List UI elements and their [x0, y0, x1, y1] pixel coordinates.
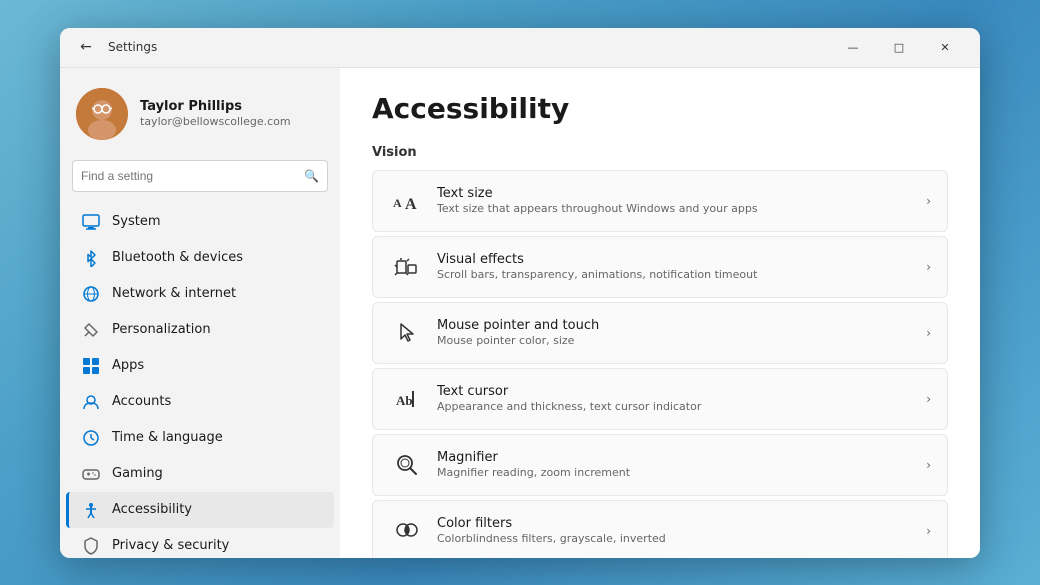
avatar-image — [76, 88, 128, 140]
mouse-pointer-desc: Mouse pointer color, size — [437, 334, 926, 347]
search-box[interactable]: 🔍 — [72, 160, 328, 192]
titlebar: ← Settings — □ ✕ — [60, 28, 980, 68]
svg-text:A: A — [393, 196, 402, 210]
text-cursor-icon: Ab — [389, 381, 425, 417]
sidebar: Taylor Phillips taylor@bellowscollege.co… — [60, 68, 340, 558]
avatar — [76, 88, 128, 140]
sidebar-item-accessibility[interactable]: Accessibility — [66, 492, 334, 528]
sidebar-item-privacy[interactable]: Privacy & security — [66, 528, 334, 558]
visual-effects-icon — [389, 249, 425, 285]
color-filters-desc: Colorblindness filters, grayscale, inver… — [437, 532, 926, 545]
personalization-icon — [82, 321, 100, 339]
section-header-vision: Vision — [372, 145, 948, 160]
magnifier-icon — [389, 447, 425, 483]
privacy-icon — [82, 537, 100, 555]
user-email: taylor@bellowscollege.com — [140, 115, 324, 128]
accessibility-icon — [82, 501, 100, 519]
svg-text:A: A — [405, 196, 417, 213]
settings-item-text-cursor[interactable]: Ab Text cursor Appearance and thickness,… — [372, 368, 948, 430]
close-button[interactable]: ✕ — [922, 31, 968, 63]
nav-list: System Bluetooth & devices Network & int… — [60, 204, 340, 558]
avatar-svg — [76, 88, 128, 140]
magnifier-title: Magnifier — [437, 450, 926, 465]
text-size-title: Text size — [437, 186, 926, 201]
window-title: Settings — [108, 40, 830, 54]
sidebar-item-time-language[interactable]: Time & language — [66, 420, 334, 456]
color-filters-icon — [389, 513, 425, 549]
page-title: Accessibility — [372, 92, 948, 125]
sidebar-item-personalization[interactable]: Personalization — [66, 312, 334, 348]
settings-item-visual-effects[interactable]: Visual effects Scroll bars, transparency… — [372, 236, 948, 298]
sidebar-item-apps[interactable]: Apps — [66, 348, 334, 384]
window-controls: — □ ✕ — [830, 31, 968, 63]
sidebar-label-network: Network & internet — [112, 286, 236, 301]
svg-text:Ab: Ab — [396, 393, 413, 408]
main-content: Accessibility Vision AA Text size Text s… — [340, 68, 980, 558]
settings-window: ← Settings — □ ✕ — [60, 28, 980, 558]
text-size-desc: Text size that appears throughout Window… — [437, 202, 926, 215]
mouse-pointer-text: Mouse pointer and touch Mouse pointer co… — [437, 318, 926, 347]
visual-effects-chevron: › — [926, 260, 931, 274]
system-icon — [82, 213, 100, 231]
maximize-button[interactable]: □ — [876, 31, 922, 63]
color-filters-text: Color filters Colorblindness filters, gr… — [437, 516, 926, 545]
gaming-icon — [82, 465, 100, 483]
user-info: Taylor Phillips taylor@bellowscollege.co… — [140, 99, 324, 128]
text-cursor-chevron: › — [926, 392, 931, 406]
back-button[interactable]: ← — [72, 33, 100, 61]
text-size-chevron: › — [926, 194, 931, 208]
magnifier-desc: Magnifier reading, zoom increment — [437, 466, 926, 479]
mouse-pointer-icon — [389, 315, 425, 351]
window-content: Taylor Phillips taylor@bellowscollege.co… — [60, 68, 980, 558]
mouse-pointer-chevron: › — [926, 326, 931, 340]
user-profile: Taylor Phillips taylor@bellowscollege.co… — [60, 76, 340, 152]
sidebar-label-personalization: Personalization — [112, 322, 211, 337]
user-name: Taylor Phillips — [140, 99, 324, 114]
text-cursor-text: Text cursor Appearance and thickness, te… — [437, 384, 926, 413]
bluetooth-icon — [82, 249, 100, 267]
sidebar-label-system: System — [112, 214, 160, 229]
settings-list: AA Text size Text size that appears thro… — [372, 170, 948, 558]
visual-effects-text: Visual effects Scroll bars, transparency… — [437, 252, 926, 281]
magnifier-chevron: › — [926, 458, 931, 472]
settings-item-color-filters[interactable]: Color filters Colorblindness filters, gr… — [372, 500, 948, 558]
text-cursor-title: Text cursor — [437, 384, 926, 399]
text-size-text: Text size Text size that appears through… — [437, 186, 926, 215]
visual-effects-title: Visual effects — [437, 252, 926, 267]
search-input[interactable] — [81, 169, 304, 183]
accounts-icon — [82, 393, 100, 411]
sidebar-item-gaming[interactable]: Gaming — [66, 456, 334, 492]
color-filters-title: Color filters — [437, 516, 926, 531]
sidebar-item-bluetooth[interactable]: Bluetooth & devices — [66, 240, 334, 276]
magnifier-text: Magnifier Magnifier reading, zoom increm… — [437, 450, 926, 479]
text-size-icon: AA — [389, 183, 425, 219]
network-icon — [82, 285, 100, 303]
text-cursor-desc: Appearance and thickness, text cursor in… — [437, 400, 926, 413]
sidebar-label-apps: Apps — [112, 358, 144, 373]
color-filters-chevron: › — [926, 524, 931, 538]
settings-item-magnifier[interactable]: Magnifier Magnifier reading, zoom increm… — [372, 434, 948, 496]
settings-item-text-size[interactable]: AA Text size Text size that appears thro… — [372, 170, 948, 232]
time-language-icon — [82, 429, 100, 447]
search-icon: 🔍 — [304, 169, 319, 183]
sidebar-label-accessibility: Accessibility — [112, 502, 192, 517]
apps-icon — [82, 357, 100, 375]
sidebar-item-accounts[interactable]: Accounts — [66, 384, 334, 420]
sidebar-label-gaming: Gaming — [112, 466, 163, 481]
minimize-button[interactable]: — — [830, 31, 876, 63]
visual-effects-desc: Scroll bars, transparency, animations, n… — [437, 268, 926, 281]
sidebar-label-time: Time & language — [112, 430, 223, 445]
sidebar-item-network[interactable]: Network & internet — [66, 276, 334, 312]
sidebar-label-bluetooth: Bluetooth & devices — [112, 250, 243, 265]
sidebar-label-privacy: Privacy & security — [112, 538, 229, 553]
settings-item-mouse-pointer[interactable]: Mouse pointer and touch Mouse pointer co… — [372, 302, 948, 364]
sidebar-label-accounts: Accounts — [112, 394, 171, 409]
mouse-pointer-title: Mouse pointer and touch — [437, 318, 926, 333]
sidebar-item-system[interactable]: System — [66, 204, 334, 240]
